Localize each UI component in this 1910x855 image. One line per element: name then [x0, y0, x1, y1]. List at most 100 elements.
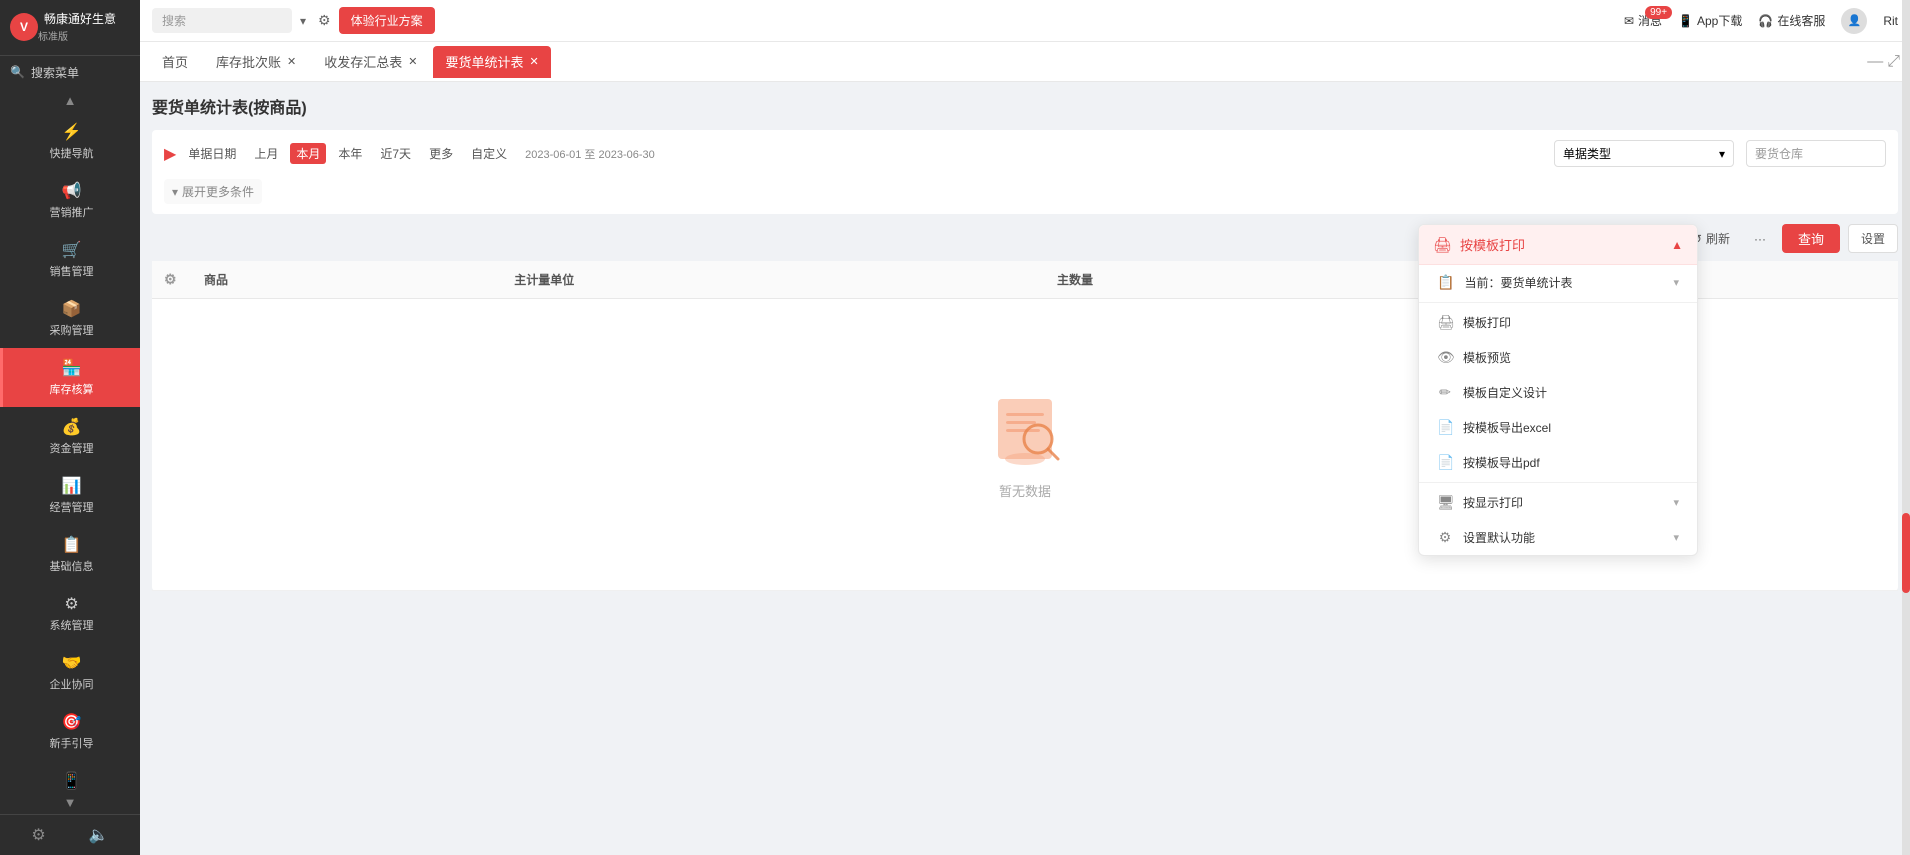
order-goods-filter[interactable]: 要货仓库: [1746, 140, 1886, 167]
date-7days[interactable]: 近7天: [374, 143, 417, 164]
current-template-item[interactable]: 📋 当前：要货单统计表 ▾: [1419, 265, 1697, 300]
topbar-message[interactable]: ✉ 消息 99+: [1624, 12, 1662, 29]
menu-display-print[interactable]: 🖥 按显示打印 ▾: [1419, 485, 1697, 520]
template-preview-icon: 👁: [1437, 349, 1453, 366]
template-excel-icon: 📄: [1437, 419, 1453, 436]
current-template-icon: 📋: [1437, 274, 1454, 291]
col-settings: ⚙: [152, 261, 192, 299]
sidebar-item-shortcut[interactable]: ⚡快捷导航: [0, 112, 140, 171]
tab-inventory-batch[interactable]: 库存批次账 ✕: [204, 46, 308, 78]
sidebar-item-finance[interactable]: 💰资金管理: [0, 407, 140, 466]
table-settings-icon[interactable]: ⚙: [164, 271, 177, 287]
menu-template-excel[interactable]: 📄 按模板导出excel: [1419, 410, 1697, 445]
filter-row-date: ▶ 单据日期 上月 本月 本年 近7天 更多 自定义 2023-06-01 至 …: [164, 140, 1886, 167]
service-icon: 🎧: [1758, 14, 1773, 28]
tab-close-inventory-batch[interactable]: ✕: [287, 55, 296, 68]
sidebar-item-business[interactable]: 📊经营管理: [0, 466, 140, 525]
more-btn[interactable]: ···: [1746, 228, 1774, 250]
order-type-label: 单据类型: [1563, 145, 1611, 162]
sidebar-item-basic[interactable]: 📋基础信息: [0, 525, 140, 584]
menu-template-pdf[interactable]: 📄 按模板导出pdf: [1419, 445, 1697, 480]
tab-close-receipt-summary[interactable]: ✕: [408, 55, 417, 68]
date-more[interactable]: 更多: [423, 143, 459, 164]
date-prev-month[interactable]: 上月: [248, 143, 284, 164]
topbar-app-download[interactable]: 📱 App下载: [1678, 12, 1742, 29]
template-design-icon: ✏: [1437, 384, 1453, 401]
scrollbar-thumb[interactable]: [1902, 513, 1910, 593]
sidebar-search[interactable]: 🔍 搜索菜单: [0, 56, 140, 89]
sidebar-item-corp[interactable]: 🤝企业协同: [0, 643, 140, 702]
industry-btn[interactable]: 体验行业方案: [339, 7, 435, 34]
date-label: 单据日期: [188, 145, 236, 162]
logo-icon: V: [10, 13, 38, 41]
divider-1: [1419, 302, 1697, 303]
sidebar-item-purchase[interactable]: 📦采购管理: [0, 289, 140, 348]
topbar-dropdown-arrow[interactable]: ▾: [300, 14, 306, 28]
empty-svg: [980, 389, 1070, 469]
content-area: 要货单统计表(按商品) ▶ 单据日期 上月 本月 本年 近7天 更多 自定义 2…: [140, 82, 1910, 855]
sidebar-item-system[interactable]: ⚙系统管理: [0, 584, 140, 643]
order-type-arrow: ▾: [1719, 147, 1725, 161]
sidebar-item-inventory[interactable]: 🏪库存核算: [0, 348, 140, 407]
print-dropdown-header[interactable]: 🖨 按模板打印 ▲: [1419, 225, 1697, 265]
topbar-avatar[interactable]: 👤: [1841, 8, 1867, 34]
page-title: 要货单统计表(按商品): [152, 94, 1898, 118]
topbar-search[interactable]: 搜索: [152, 8, 292, 33]
app-logo: V 畅康通好生意 标准版: [0, 0, 140, 56]
menu-template-design[interactable]: ✏ 模板自定义设计: [1419, 375, 1697, 410]
print-dropdown-panel: 🖨 按模板打印 ▲ 📋 当前：要货单统计表 ▾ 🖨: [1418, 224, 1698, 556]
tabbar: 首页 库存批次账 ✕ 收发存汇总表 ✕ 要货单统计表 ✕ — ⤢: [140, 42, 1910, 82]
expand-arrow-icon: ▾: [172, 185, 178, 199]
menu-default-func[interactable]: ⚙ 设置默认功能 ▾: [1419, 520, 1697, 555]
logo-text: 畅康通好生意 标准版: [38, 12, 116, 43]
order-type-select[interactable]: 单据类型 ▾: [1554, 140, 1734, 167]
query-btn[interactable]: 查询: [1782, 224, 1840, 253]
date-current-year[interactable]: 本年: [332, 143, 368, 164]
menu-template-preview[interactable]: 👁 模板预览: [1419, 340, 1697, 375]
display-print-arrow: ▾: [1673, 496, 1679, 509]
col-qty: 主数量: [1045, 261, 1433, 299]
topbar-online-service[interactable]: 🎧 在线客服: [1758, 12, 1825, 29]
print-header-icon: 🖨: [1433, 236, 1452, 254]
date-custom[interactable]: 自定义: [465, 143, 513, 164]
window-minimize[interactable]: —: [1867, 53, 1883, 71]
audio-icon[interactable]: 🔈: [89, 825, 109, 845]
default-func-icon: ⚙: [1437, 529, 1453, 546]
col-unit: 主计量单位: [502, 261, 1045, 299]
sidebar-footer: ⚙ 🔈: [0, 814, 140, 855]
print-dropdown-collapse-arrow[interactable]: ▲: [1671, 238, 1683, 252]
setting-btn[interactable]: 设置: [1848, 224, 1898, 253]
topbar: 搜索 ▾ ⚙ 体验行业方案 ✉ 消息 99+ 📱 App下载 🎧 在线客服 👤 …: [140, 0, 1910, 42]
menu-template-print[interactable]: 🖨 模板打印: [1419, 305, 1697, 340]
expand-more-btn[interactable]: ▾ 展开更多条件: [164, 179, 262, 204]
empty-text: 暂无数据: [999, 481, 1051, 500]
sidebar-item-marketing[interactable]: 📢营销推广: [0, 171, 140, 230]
divider-2: [1419, 482, 1697, 483]
empty-icon: [980, 389, 1070, 469]
topbar-username[interactable]: Rit: [1883, 14, 1898, 28]
date-range: 2023-06-01 至 2023-06-30: [525, 146, 655, 162]
topbar-right: ✉ 消息 99+ 📱 App下载 🎧 在线客服 👤 Rit: [1624, 8, 1898, 34]
sidebar-item-newbie[interactable]: 🎯新手引导: [0, 702, 140, 761]
template-print-icon: 🖨: [1437, 314, 1453, 331]
sidebar-item-sales[interactable]: 🛒销售管理: [0, 230, 140, 289]
window-maximize[interactable]: ⤢: [1887, 53, 1900, 71]
sidebar-scroll-up[interactable]: ▲: [0, 89, 140, 112]
settings-icon[interactable]: ⚙: [31, 825, 45, 845]
tab-close-order-stats[interactable]: ✕: [530, 55, 539, 68]
filter-panel: ▶ 单据日期 上月 本月 本年 近7天 更多 自定义 2023-06-01 至 …: [152, 130, 1898, 214]
topbar-gear-icon[interactable]: ⚙: [318, 12, 331, 29]
filter-expand-row: ▾ 展开更多条件: [164, 173, 1886, 204]
message-icon: ✉: [1624, 14, 1634, 28]
right-scrollbar[interactable]: [1902, 0, 1910, 855]
display-print-icon: 🖥: [1437, 494, 1453, 511]
tab-receipt-summary[interactable]: 收发存汇总表 ✕: [312, 46, 429, 78]
sidebar-scroll-down[interactable]: ▼: [0, 791, 140, 814]
main-area: 搜索 ▾ ⚙ 体验行业方案 ✉ 消息 99+ 📱 App下载 🎧 在线客服 👤 …: [140, 0, 1910, 855]
tab-order-stats[interactable]: 要货单统计表 ✕: [433, 46, 550, 78]
sidebar-nav: ⚡快捷导航 📢营销推广 🛒销售管理 📦采购管理 🏪库存核算 💰资金管理 📊经营管…: [0, 112, 140, 791]
sidebar-item-appstore[interactable]: 📱应用中心: [0, 761, 140, 791]
filter-expand-icon[interactable]: ▶: [164, 144, 176, 164]
date-current-month[interactable]: 本月: [290, 143, 326, 164]
tab-home[interactable]: 首页: [150, 46, 200, 78]
